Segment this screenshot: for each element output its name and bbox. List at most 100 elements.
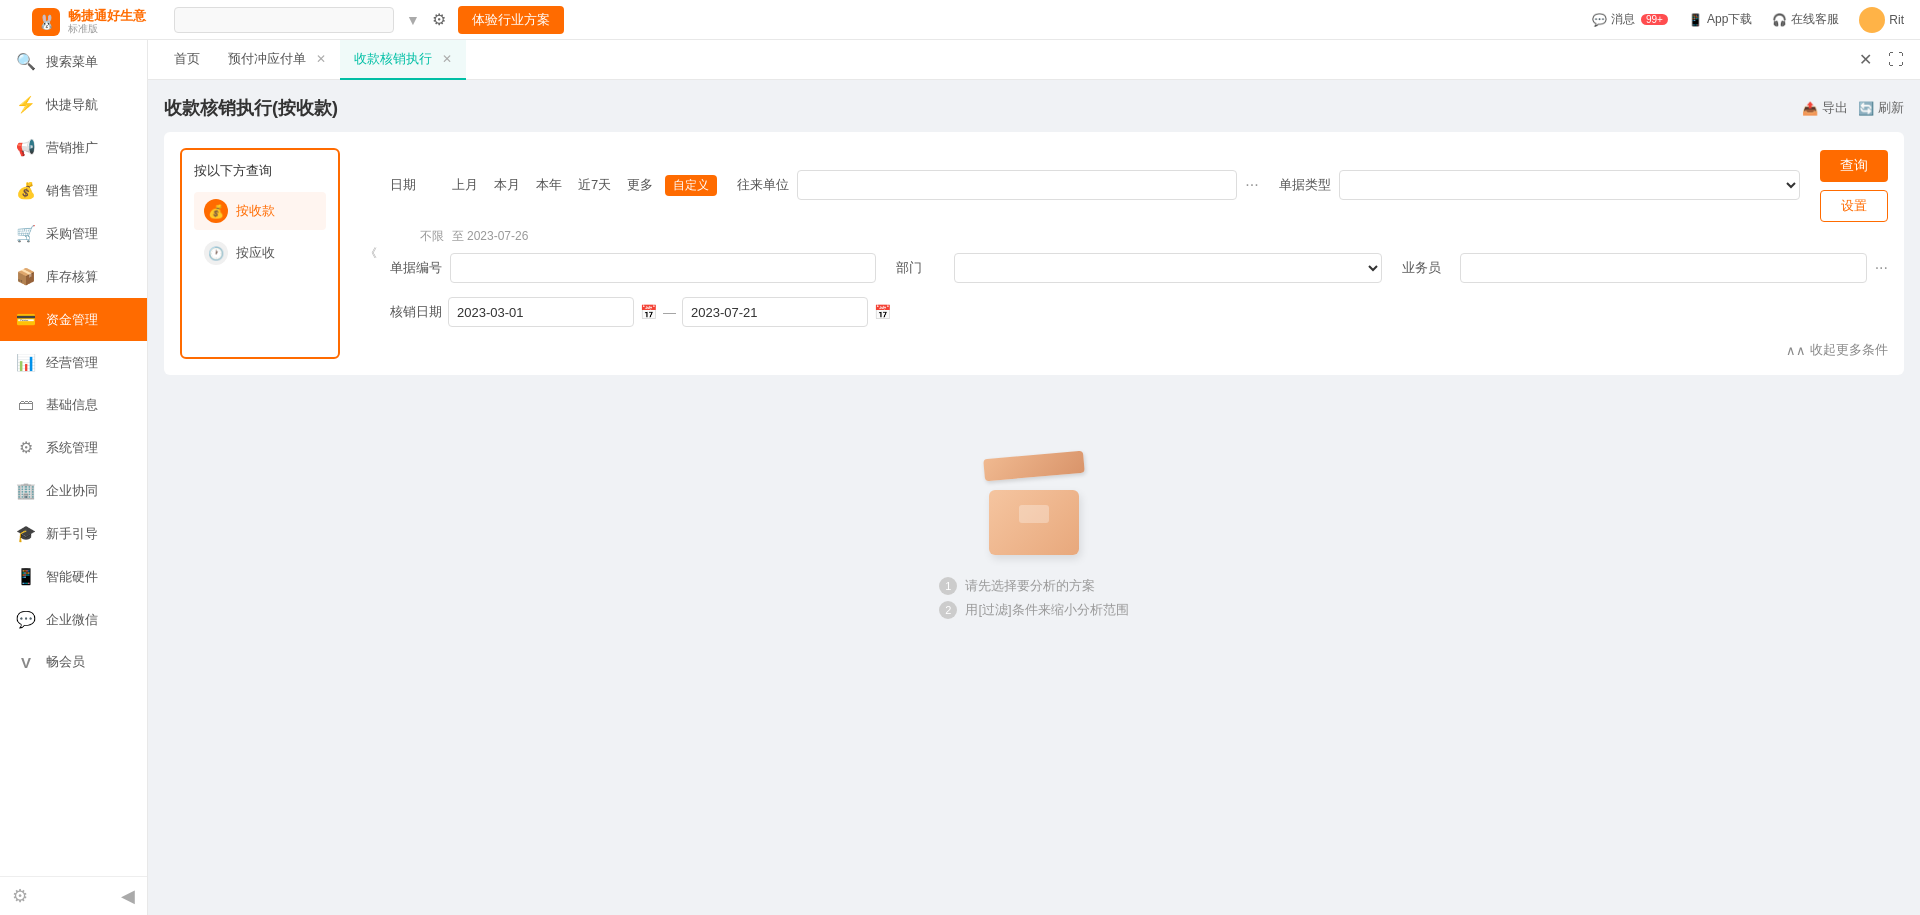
tab-bar-actions: ✕ ⛶ [1855, 46, 1908, 73]
brand-name: 畅捷通好生意 [68, 8, 146, 24]
marketing-icon: 📢 [16, 138, 36, 157]
tab-writeoff[interactable]: 收款核销执行 ✕ [340, 40, 466, 80]
sidebar-item-label: 畅会员 [46, 653, 85, 671]
enterprise-icon: 🏢 [16, 481, 36, 500]
search-type-title: 按以下方查询 [194, 162, 326, 180]
tab-prepaid-close[interactable]: ✕ [316, 52, 326, 66]
smart-hw-icon: 📱 [16, 567, 36, 586]
search-type-by-receivable[interactable]: 🕐 按应收 [194, 234, 326, 272]
query-button[interactable]: 查询 [1820, 150, 1888, 182]
export-button[interactable]: 📤 导出 [1802, 99, 1848, 117]
tab-close-all-button[interactable]: ✕ [1855, 46, 1876, 73]
sidebar-item-marketing[interactable]: 📢 营销推广 [0, 126, 147, 169]
sidebar-item-search-menu[interactable]: 🔍 搜索菜单 [0, 40, 147, 83]
sidebar-item-ops[interactable]: 📊 经营管理 [0, 341, 147, 384]
sidebar-item-basic[interactable]: 🗃 基础信息 [0, 384, 147, 426]
writeoff-to-calendar-icon[interactable]: 📅 [874, 304, 891, 320]
hint-num-1: 1 [939, 577, 957, 595]
sidebar-item-label: 快捷导航 [46, 96, 98, 114]
main-layout: 🔍 搜索菜单 ⚡ 快捷导航 📢 营销推广 💰 销售管理 🛒 采购管理 📦 库存核… [0, 40, 1920, 915]
top-search-input[interactable] [174, 7, 394, 33]
writeoff-from-calendar-icon[interactable]: 📅 [640, 304, 657, 320]
sidebar-item-capital[interactable]: 💳 资金管理 [0, 298, 147, 341]
sidebar-item-sales[interactable]: 💰 销售管理 [0, 169, 147, 212]
counterparty-field: 往来单位 ··· [737, 170, 1258, 200]
writeoff-date-to-input[interactable] [682, 297, 868, 327]
doc-type-select[interactable] [1339, 170, 1800, 200]
action-buttons: 查询 设置 [1820, 150, 1888, 222]
sidebar-item-beginner[interactable]: 🎓 新手引导 [0, 512, 147, 555]
sidebar-collapse-icon[interactable]: ◀ [121, 885, 135, 907]
industry-solution-button[interactable]: 体验行业方案 [458, 6, 564, 34]
empty-hint-2: 2 用[过滤]条件来缩小分析范围 [939, 601, 1128, 619]
page-content: 收款核销执行(按收款) 📤 导出 🔄 刷新 按以下方查询 [148, 80, 1920, 915]
last-month-btn[interactable]: 上月 [448, 174, 482, 196]
doc-no-field: 单据编号 [390, 253, 876, 283]
sidebar-item-smart-hw[interactable]: 📱 智能硬件 [0, 555, 147, 598]
sidebar-item-member[interactable]: V 畅会员 [0, 641, 147, 683]
settings-button[interactable]: 设置 [1820, 190, 1888, 222]
page-title: 收款核销执行(按收款) [164, 96, 338, 120]
date-to-text: 至 2023-07-26 [452, 229, 529, 243]
doc-no-label: 单据编号 [390, 259, 442, 277]
tab-writeoff-close[interactable]: ✕ [442, 52, 452, 66]
panel-collapse-button[interactable]: 《 [360, 229, 382, 279]
sidebar-settings-icon[interactable]: ⚙ [12, 885, 28, 907]
empty-hint-1: 1 请先选择要分析的方案 [939, 577, 1095, 595]
tab-maximize-button[interactable]: ⛶ [1884, 47, 1908, 73]
search-type-by-receipt[interactable]: 💰 按收款 [194, 192, 326, 230]
tab-prepaid[interactable]: 预付冲应付单 ✕ [214, 40, 340, 80]
last-7days-btn[interactable]: 近7天 [574, 174, 615, 196]
app-download-button[interactable]: 📱 App下载 [1688, 11, 1752, 28]
salesperson-input[interactable] [1460, 253, 1867, 283]
sidebar-item-system[interactable]: ⚙ 系统管理 [0, 426, 147, 469]
sidebar: 🔍 搜索菜单 ⚡ 快捷导航 📢 营销推广 💰 销售管理 🛒 采购管理 📦 库存核… [0, 40, 148, 915]
inventory-icon: 📦 [16, 267, 36, 286]
empty-state: 1 请先选择要分析的方案 2 用[过滤]条件来缩小分析范围 [164, 375, 1904, 699]
date-unlimited-row: 不限 至 2023-07-26 [420, 228, 1888, 245]
tab-home[interactable]: 首页 [160, 40, 214, 80]
sidebar-item-purchase[interactable]: 🛒 采购管理 [0, 212, 147, 255]
download-icon: 📱 [1688, 13, 1703, 27]
brand-logo-icon: 🐰 [32, 8, 60, 36]
date-unlimited-text: 不限 [420, 229, 444, 243]
counterparty-input[interactable] [797, 170, 1237, 200]
dept-select[interactable] [954, 253, 1382, 283]
header-right: 💬 消息 99+ 📱 App下载 🎧 在线客服 Rit [1592, 7, 1904, 33]
sidebar-item-label: 库存核算 [46, 268, 98, 286]
settings-gear-button[interactable]: ⚙ [432, 10, 446, 29]
sidebar-item-inventory[interactable]: 📦 库存核算 [0, 255, 147, 298]
by-receivable-icon: 🕐 [204, 241, 228, 265]
sidebar-item-label: 新手引导 [46, 525, 98, 543]
writeoff-date-field: 核销日期 📅 — 📅 [390, 297, 810, 327]
more-date-btn[interactable]: 更多 [623, 174, 657, 196]
salesperson-more-icon[interactable]: ··· [1875, 259, 1888, 277]
date-range-separator: — [663, 305, 676, 320]
sidebar-bottom: ⚙ ◀ [0, 876, 147, 915]
tab-writeoff-label: 收款核销执行 [354, 50, 432, 68]
by-receipt-icon: 💰 [204, 199, 228, 223]
this-year-btn[interactable]: 本年 [532, 174, 566, 196]
sidebar-item-enterprise[interactable]: 🏢 企业协同 [0, 469, 147, 512]
writeoff-date-from-input[interactable] [448, 297, 634, 327]
collapse-more-button[interactable]: ∧∧ 收起更多条件 [1786, 341, 1888, 359]
sidebar-item-quick-nav[interactable]: ⚡ 快捷导航 [0, 83, 147, 126]
sidebar-item-label: 企业协同 [46, 482, 98, 500]
user-profile[interactable]: Rit [1859, 7, 1904, 33]
counterparty-more-icon[interactable]: ··· [1245, 176, 1258, 194]
online-service-button[interactable]: 🎧 在线客服 [1772, 11, 1839, 28]
collapse-chevron-icon: 《 [365, 245, 377, 262]
refresh-button[interactable]: 🔄 刷新 [1858, 99, 1904, 117]
messages-button[interactable]: 💬 消息 99+ [1592, 11, 1668, 28]
quick-nav-icon: ⚡ [16, 95, 36, 114]
sidebar-item-ent-wechat[interactable]: 💬 企业微信 [0, 598, 147, 641]
doc-type-label: 单据类型 [1279, 176, 1331, 194]
salesperson-field: 业务员 ··· [1402, 253, 1888, 283]
sidebar-item-label: 系统管理 [46, 439, 98, 457]
counterparty-label: 往来单位 [737, 176, 789, 194]
page-actions: 📤 导出 🔄 刷新 [1802, 99, 1904, 117]
by-receipt-label: 按收款 [236, 202, 275, 220]
doc-no-input[interactable] [450, 253, 876, 283]
this-month-btn[interactable]: 本月 [490, 174, 524, 196]
search-dropdown-icon[interactable]: ▼ [406, 12, 420, 28]
